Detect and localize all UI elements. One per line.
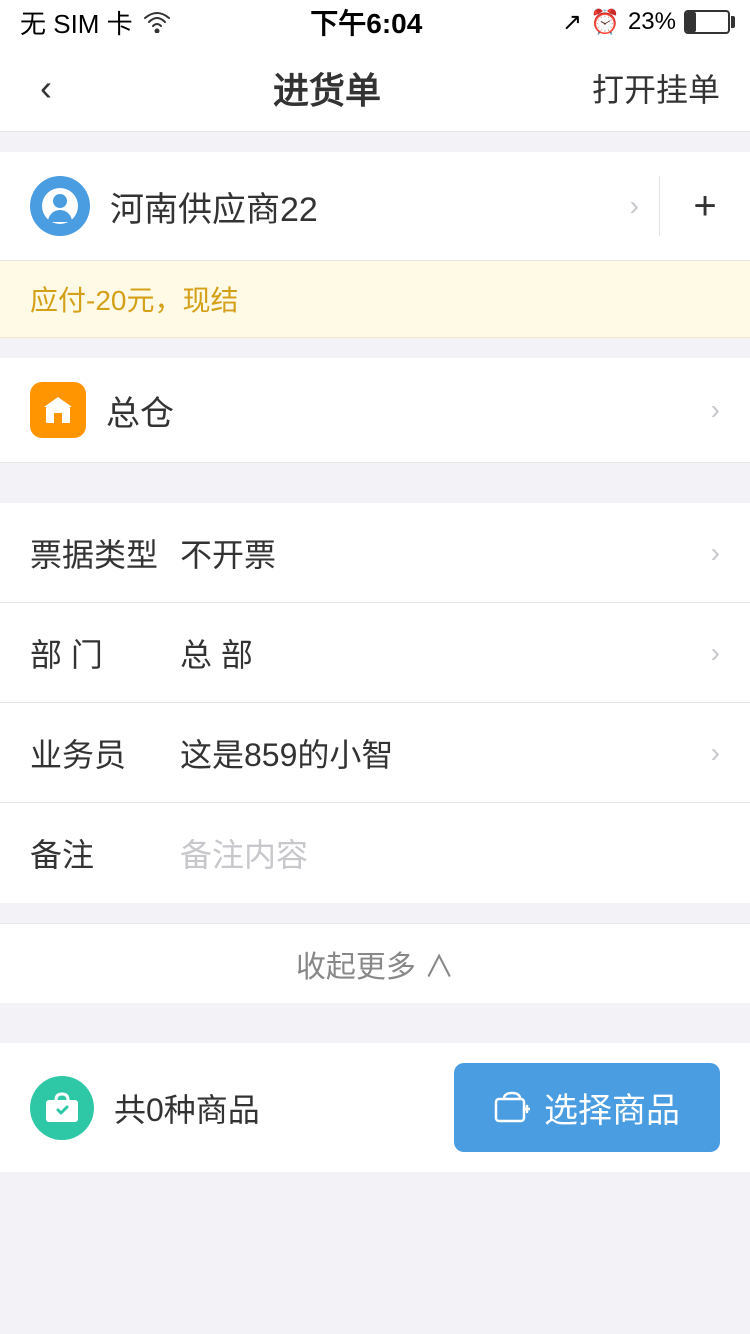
salesperson-label: 业务员 [30,730,170,776]
invoice-type-chevron-icon: › [711,537,720,569]
supplier-chevron-icon: › [630,190,639,222]
battery-percent: 23% [628,8,676,36]
warehouse-section: 总仓 › [0,358,750,463]
product-count-label: 共0种商品 [114,1085,434,1131]
alarm-icon: ⏰ [590,8,620,37]
back-button[interactable]: ‹ [30,57,62,119]
section-gap-3 [0,463,750,483]
department-chevron-icon: › [711,637,720,669]
remark-placeholder: 备注内容 [170,830,720,876]
avatar-inner [42,188,78,224]
department-label: 部 门 [30,630,170,676]
department-row[interactable]: 部 门 总 部 › [0,603,750,703]
bottom-bar: 共0种商品 选择商品 [0,1043,750,1172]
battery-icon [684,10,730,34]
wifi-icon [143,11,171,33]
invoice-type-row[interactable]: 票据类型 不开票 › [0,503,750,603]
section-gap-2 [0,338,750,358]
warehouse-chevron-icon: › [711,394,720,426]
status-bar: 无 SIM 卡 下午6:04 ↗ ⏰ 23% [0,0,750,44]
supplier-section: 河南供应商22 › + [0,152,750,261]
supplier-avatar [30,176,90,236]
warehouse-row[interactable]: 总仓 › [0,358,750,463]
warehouse-icon [30,382,86,438]
page-title: 进货单 [273,62,381,114]
form-section: 票据类型 不开票 › 部 门 总 部 › 业务员 这是859的小智 › 备注 备… [0,503,750,903]
section-gap-4 [0,1003,750,1023]
collapse-bar[interactable]: 收起更多 ∧ [0,923,750,1003]
salesperson-row[interactable]: 业务员 这是859的小智 › [0,703,750,803]
invoice-type-label: 票据类型 [30,530,170,576]
add-supplier-button[interactable]: + [660,160,750,253]
salesperson-value: 这是859的小智 [170,730,711,776]
remark-label: 备注 [30,830,170,876]
carrier-label: 无 SIM 卡 [20,4,133,41]
status-left: 无 SIM 卡 [20,4,171,41]
notice-text: 应付-20元，现结 [30,285,238,316]
open-pending-button[interactable]: 打开挂单 [592,65,720,111]
salesperson-chevron-icon: › [711,737,720,769]
status-time: 下午6:04 [310,2,422,42]
select-product-icon [494,1091,530,1125]
nav-bar: ‹ 进货单 打开挂单 [0,44,750,132]
select-product-label: 选择商品 [544,1083,680,1132]
location-icon: ↗ [562,8,582,37]
supplier-row[interactable]: 河南供应商22 › [0,152,659,260]
select-product-button[interactable]: 选择商品 [454,1063,720,1152]
supplier-name: 河南供应商22 [110,182,610,231]
product-icon [30,1076,94,1140]
warehouse-label: 总仓 [106,386,691,435]
invoice-type-value: 不开票 [170,530,711,576]
collapse-label: 收起更多 ∧ [296,942,454,986]
notice-bar: 应付-20元，现结 [0,261,750,338]
section-gap-1 [0,132,750,152]
department-value: 总 部 [170,630,711,676]
status-right: ↗ ⏰ 23% [562,8,730,37]
remark-row[interactable]: 备注 备注内容 [0,803,750,903]
